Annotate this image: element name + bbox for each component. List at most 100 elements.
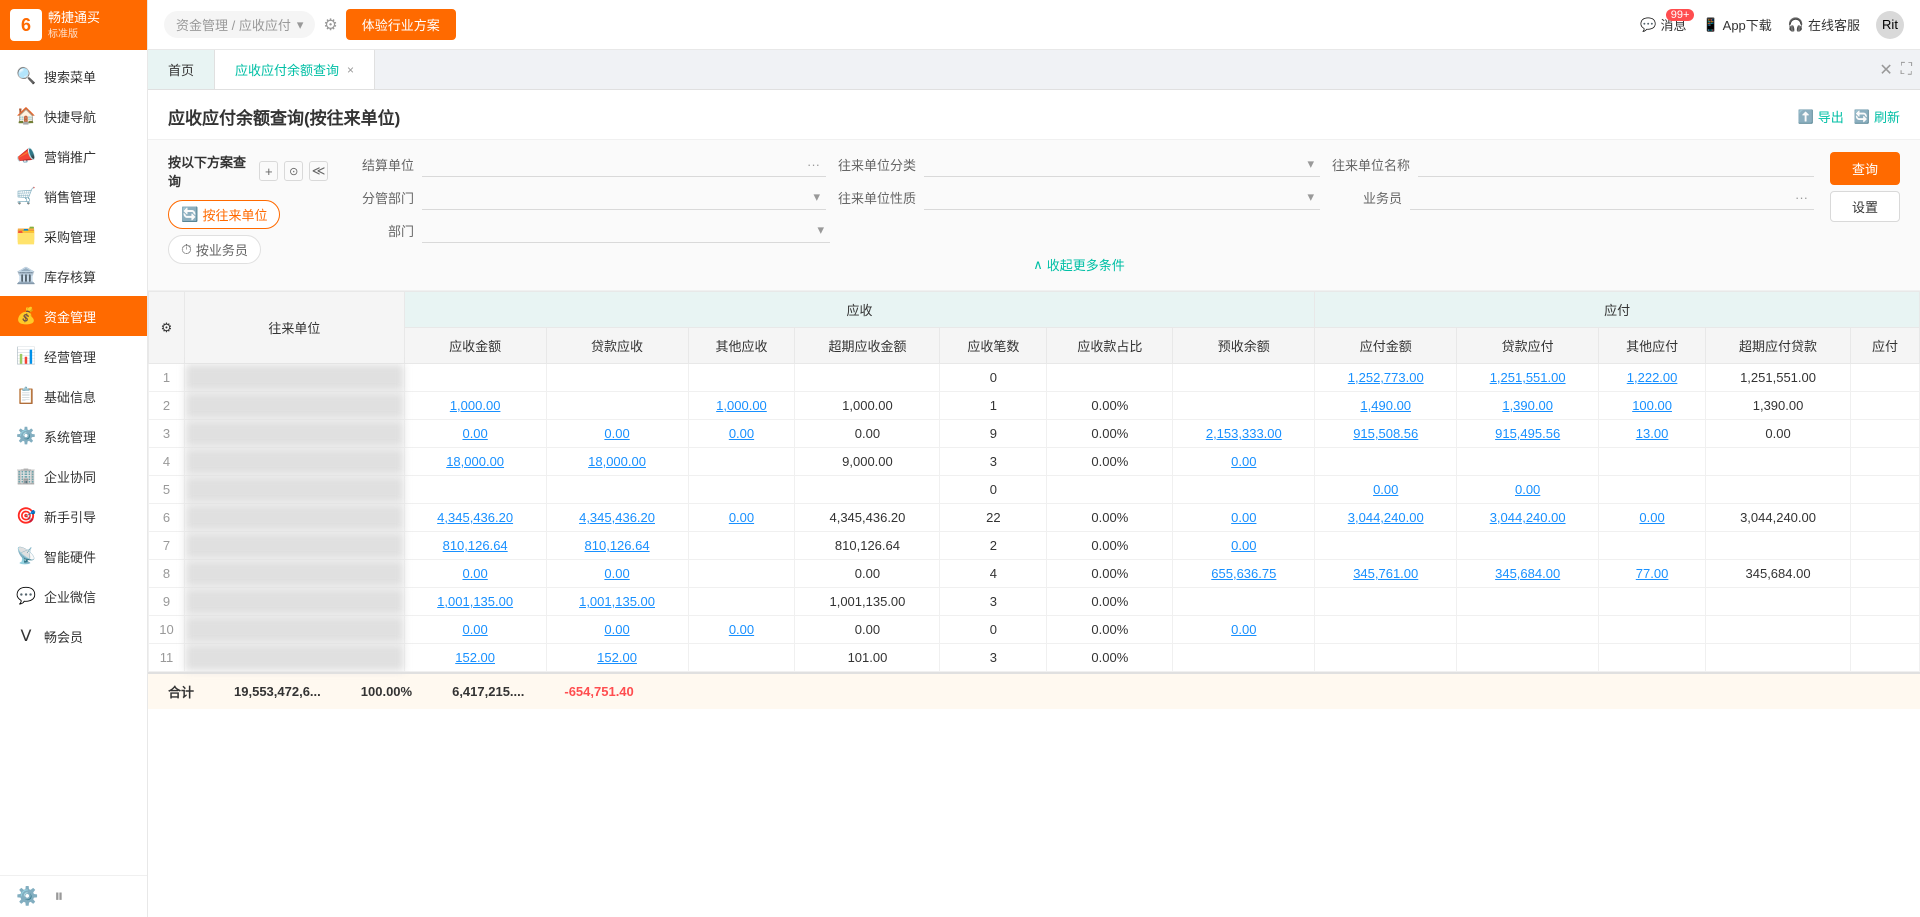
division-dept-select[interactable]: ▾ xyxy=(422,185,826,210)
table-cell[interactable]: 1,222.00 xyxy=(1599,364,1706,392)
table-cell[interactable]: 1,001,135.00 xyxy=(546,588,688,616)
table-cell[interactable]: 77.00 xyxy=(1599,560,1706,588)
tab-close-window-icon[interactable]: ✕ xyxy=(1879,60,1892,80)
table-cell[interactable]: 3,044,240.00 xyxy=(1457,504,1599,532)
table-cell[interactable]: 4,345,436.20 xyxy=(404,504,546,532)
table-cell: 0.00 xyxy=(795,616,940,644)
department-select[interactable]: ▾ xyxy=(422,218,830,243)
tab-home[interactable]: 首页 xyxy=(148,50,215,89)
sidebar-item-采购管理[interactable]: 🗂️采购管理 xyxy=(0,216,147,256)
table-cell xyxy=(688,532,795,560)
salesperson-dots-icon[interactable]: ··· xyxy=(1795,190,1808,205)
table-cell[interactable]: 1,252,773.00 xyxy=(1315,364,1457,392)
table-cell[interactable]: 0.00 xyxy=(546,560,688,588)
table-cell: 3 xyxy=(149,420,185,448)
query-button[interactable]: 查询 xyxy=(1830,152,1900,185)
table-cell[interactable]: 0.00 xyxy=(404,616,546,644)
table-cell[interactable]: 0.00 xyxy=(404,420,546,448)
table-cell[interactable]: 0.00 xyxy=(1315,476,1457,504)
salesperson-select[interactable]: ··· xyxy=(1410,186,1814,210)
sidebar-collapse-icon[interactable]: ⏸ xyxy=(54,886,63,907)
table-cell[interactable]: 345,761.00 xyxy=(1315,560,1457,588)
table-cell[interactable]: 1,000.00 xyxy=(404,392,546,420)
table-cell[interactable]: 1,390.00 xyxy=(1457,392,1599,420)
table-cell[interactable]: 0.00 xyxy=(688,504,795,532)
sidebar-item-智能硬件[interactable]: 📡智能硬件 xyxy=(0,536,147,576)
table-cell[interactable]: 0.00 xyxy=(404,560,546,588)
online-service-button[interactable]: 🎧 在线客服 xyxy=(1788,15,1860,34)
table-cell[interactable]: 0.00 xyxy=(546,616,688,644)
sidebar-item-销售管理[interactable]: 🛒销售管理 xyxy=(0,176,147,216)
sidebar-item-库存核算[interactable]: 🏛️库存核算 xyxy=(0,256,147,296)
partner-nature-select[interactable]: ▾ xyxy=(924,185,1320,210)
collapse-conditions-button[interactable]: ∧ 收起更多条件 xyxy=(344,251,1814,278)
settings-button[interactable]: 设置 xyxy=(1830,191,1900,222)
table-cell[interactable]: 915,495.56 xyxy=(1457,420,1599,448)
sidebar-item-营销推广[interactable]: 📣营销推广 xyxy=(0,136,147,176)
schema-partner-unit[interactable]: 🔄 按往来单位 xyxy=(168,200,280,229)
table-cell[interactable]: 0.00 xyxy=(688,616,795,644)
refresh-button[interactable]: 🔄 刷新 xyxy=(1854,107,1900,126)
table-cell[interactable]: 100.00 xyxy=(1599,392,1706,420)
trial-button[interactable]: 体验行业方案 xyxy=(346,9,456,40)
sidebar-item-资金管理[interactable]: 💰资金管理 xyxy=(0,296,147,336)
table-cell[interactable]: 0.00 xyxy=(1173,532,1315,560)
col-settings-header[interactable]: ⚙ xyxy=(149,292,185,364)
tab-close-icon[interactable]: × xyxy=(347,63,354,77)
sidebar-settings-icon[interactable]: ⚙️ xyxy=(16,886,38,907)
avatar[interactable]: Rit xyxy=(1876,11,1904,39)
sidebar-item-搜索菜单[interactable]: 🔍搜索菜单 xyxy=(0,56,147,96)
sidebar-item-经营管理[interactable]: 📊经营管理 xyxy=(0,336,147,376)
table-cell[interactable]: 810,126.64 xyxy=(546,532,688,560)
header-settings-icon[interactable]: ⚙ xyxy=(323,15,337,35)
sidebar-item-企业微信[interactable]: 💬企业微信 xyxy=(0,576,147,616)
table-cell[interactable]: 3,044,240.00 xyxy=(1315,504,1457,532)
table-cell[interactable]: 345,684.00 xyxy=(1457,560,1599,588)
partner-category-select[interactable]: ▾ xyxy=(924,152,1320,177)
table-cell[interactable]: 4,345,436.20 xyxy=(546,504,688,532)
table-cell[interactable]: 1,001,135.00 xyxy=(404,588,546,616)
table-cell[interactable]: 655,636.75 xyxy=(1173,560,1315,588)
table-cell[interactable]: 152.00 xyxy=(546,644,688,672)
settlement-unit-input[interactable]: ··· xyxy=(422,153,826,177)
filter-row-1: 结算单位 ··· 往来单位分类 ▾ xyxy=(344,152,1814,177)
table-cell[interactable]: 915,508.56 xyxy=(1315,420,1457,448)
app-download-button[interactable]: 📱 App下载 xyxy=(1702,15,1771,34)
tab-active[interactable]: 应收应付余额查询 × xyxy=(215,50,375,89)
sidebar-item-快捷导航[interactable]: 🏠快捷导航 xyxy=(0,96,147,136)
table-cell[interactable]: 0.00 xyxy=(546,420,688,448)
sidebar-item-畅会员[interactable]: Ⅴ畅会员 xyxy=(0,616,147,656)
schema-selector: 按以下方案查询 + ⊙ ≪ 🔄 按往来单位 ⏱ 按业务员 xyxy=(168,152,328,278)
table-cell[interactable]: 0.00 xyxy=(1173,504,1315,532)
table-cell[interactable]: 13.00 xyxy=(1599,420,1706,448)
table-cell[interactable]: 810,126.64 xyxy=(404,532,546,560)
sidebar-item-企业协同[interactable]: 🏢企业协同 xyxy=(0,456,147,496)
settings-filter-icon[interactable]: ⊙ xyxy=(284,161,303,181)
table-cell[interactable]: 0.00 xyxy=(1173,616,1315,644)
table-settings-icon[interactable]: ⚙ xyxy=(161,320,173,335)
table-cell[interactable]: 0.00 xyxy=(1173,448,1315,476)
tab-expand-icon[interactable]: ⛶ xyxy=(1901,61,1912,79)
sidebar-item-基础信息[interactable]: 📋基础信息 xyxy=(0,376,147,416)
table-cell[interactable]: 18,000.00 xyxy=(546,448,688,476)
table-cell[interactable]: 1,251,551.00 xyxy=(1457,364,1599,392)
table-cell[interactable]: 18,000.00 xyxy=(404,448,546,476)
table-cell[interactable]: 152.00 xyxy=(404,644,546,672)
settlement-dots-icon[interactable]: ··· xyxy=(807,157,820,172)
table-cell[interactable]: 1,000.00 xyxy=(688,392,795,420)
table-cell[interactable]: 0.00 xyxy=(1457,476,1599,504)
nav-icon: ⚙️ xyxy=(16,426,36,446)
table-cell[interactable]: 0.00 xyxy=(1599,504,1706,532)
add-filter-icon[interactable]: + xyxy=(259,161,278,181)
table-cell[interactable]: 1,490.00 xyxy=(1315,392,1457,420)
sidebar-item-新手引导[interactable]: 🎯新手引导 xyxy=(0,496,147,536)
nav-icon: 📋 xyxy=(16,386,36,406)
table-cell[interactable]: 2,153,333.00 xyxy=(1173,420,1315,448)
message-button[interactable]: 💬 消息 99+ xyxy=(1640,15,1686,34)
collapse-filter-icon[interactable]: ≪ xyxy=(309,161,328,181)
export-button[interactable]: ⬆️ 导出 xyxy=(1798,107,1844,126)
partner-name-input[interactable] xyxy=(1418,153,1814,177)
table-cell[interactable]: 0.00 xyxy=(688,420,795,448)
schema-salesperson[interactable]: ⏱ 按业务员 xyxy=(168,235,261,264)
sidebar-item-系统管理[interactable]: ⚙️系统管理 xyxy=(0,416,147,456)
